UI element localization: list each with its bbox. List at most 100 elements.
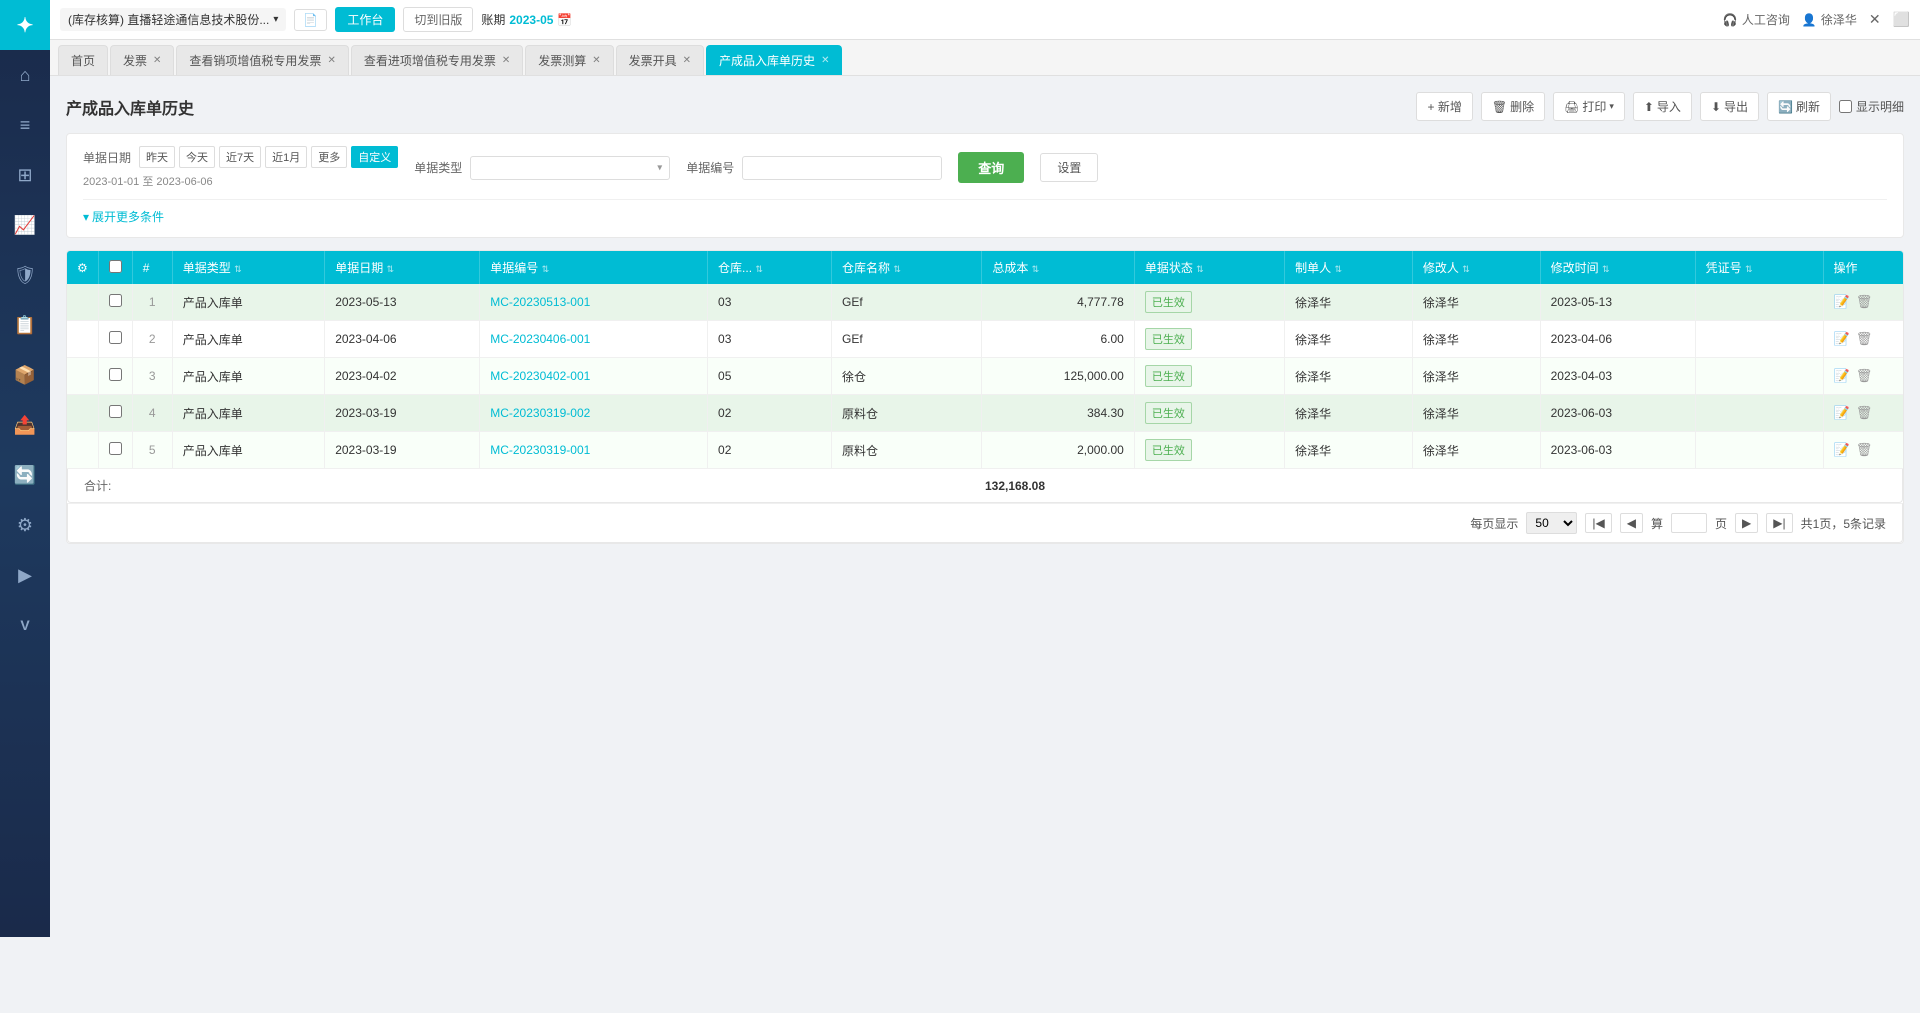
row-number-link-3[interactable]: MC-20230319-002 (490, 406, 590, 420)
wh-code-col-header[interactable]: 仓库... ⇅ (708, 251, 832, 284)
print-button[interactable]: 🖨 打印 ▾ (1553, 92, 1625, 121)
workbench-button[interactable]: 工作台 (335, 7, 395, 32)
type-select[interactable] (470, 156, 670, 180)
tab-product-history[interactable]: 产成品入库单历史 ✕ (706, 45, 842, 75)
sidebar-item-version[interactable]: V (0, 600, 50, 650)
voucher-col-header[interactable]: 凭证号 ⇅ (1695, 251, 1823, 284)
row-checkbox-cell-2[interactable] (98, 358, 132, 395)
week-btn[interactable]: 近7天 (219, 146, 261, 168)
row-delete-icon-2[interactable]: 🗑 (1856, 368, 1873, 384)
maximize-window-btn[interactable]: ⬜ (1893, 11, 1910, 28)
row-checkbox-cell-3[interactable] (98, 395, 132, 432)
row-edit-icon-4[interactable]: 📝 (1834, 442, 1850, 458)
expand-filter-btn[interactable]: ▾ 展开更多条件 (83, 208, 1887, 225)
import-button[interactable]: ⬆ 导入 (1633, 92, 1692, 121)
display-toggle[interactable]: 显示明细 (1839, 98, 1904, 115)
row-checkbox-2[interactable] (109, 368, 122, 381)
row-number-3[interactable]: MC-20230319-002 (480, 395, 708, 432)
reset-button[interactable]: 设置 (1040, 153, 1098, 182)
date-col-header[interactable]: 单据日期 ⇅ (325, 251, 480, 284)
row-edit-icon-0[interactable]: 📝 (1834, 294, 1850, 310)
display-toggle-checkbox[interactable] (1839, 100, 1852, 113)
new-button[interactable]: + 新增 (1416, 92, 1472, 121)
type-col-header[interactable]: 单据类型 ⇅ (172, 251, 324, 284)
sidebar-item-settings[interactable]: ⚙ (0, 500, 50, 550)
prev-page-btn[interactable]: ◀ (1620, 513, 1643, 533)
app-logo[interactable]: ✦ (0, 0, 50, 50)
row-delete-icon-0[interactable]: 🗑 (1856, 294, 1873, 310)
number-filter-input[interactable] (742, 156, 942, 180)
first-page-btn[interactable]: |◀ (1585, 513, 1611, 533)
cost-col-header[interactable]: 总成本 ⇅ (982, 251, 1135, 284)
checkbox-col-header[interactable] (98, 251, 132, 284)
custom-btn[interactable]: 自定义 (351, 146, 398, 168)
user-menu[interactable]: 👤 徐泽华 (1802, 11, 1857, 28)
company-selector[interactable]: (库存核算) 直播轻途通信息技术股份... ▾ (60, 8, 286, 31)
row-checkbox-1[interactable] (109, 331, 122, 344)
row-delete-icon-1[interactable]: 🗑 (1856, 331, 1873, 347)
sidebar-item-home[interactable]: ⌂ (0, 50, 50, 100)
row-checkbox-cell-4[interactable] (98, 432, 132, 469)
select-all-checkbox[interactable] (109, 260, 122, 273)
sidebar-item-menu2[interactable]: ⊞ (0, 150, 50, 200)
sidebar-item-analytics[interactable]: 📈 (0, 200, 50, 250)
row-number-4[interactable]: MC-20230319-001 (480, 432, 708, 469)
row-number-0[interactable]: MC-20230513-001 (480, 284, 708, 321)
settings-col-header[interactable]: ⚙ (67, 251, 98, 284)
number-col-header[interactable]: 单据编号 ⇅ (480, 251, 708, 284)
delete-button[interactable]: 🗑 删除 (1481, 92, 1545, 121)
row-checkbox-cell-0[interactable] (98, 284, 132, 321)
document-btn[interactable]: 📄 (294, 9, 327, 31)
page-num-input[interactable]: 1 (1671, 513, 1707, 533)
sidebar-item-forms[interactable]: 📋 (0, 300, 50, 350)
tab-invoice-close[interactable]: ✕ (153, 55, 161, 66)
next-page-btn[interactable]: ▶ (1735, 513, 1758, 533)
refresh-button[interactable]: 🔄 刷新 (1767, 92, 1831, 121)
sidebar-item-upload[interactable]: 📤 (0, 400, 50, 450)
row-number-2[interactable]: MC-20230402-001 (480, 358, 708, 395)
close-window-btn[interactable]: ✕ (1869, 11, 1881, 28)
modify-time-col-header[interactable]: 修改时间 ⇅ (1540, 251, 1695, 284)
row-number-link-0[interactable]: MC-20230513-001 (490, 295, 590, 309)
tab-invoice-calc[interactable]: 发票测算 ✕ (525, 45, 613, 75)
status-col-header[interactable]: 单据状态 ⇅ (1134, 251, 1284, 284)
yesterday-btn[interactable]: 昨天 (139, 146, 175, 168)
row-delete-icon-4[interactable]: 🗑 (1856, 442, 1873, 458)
query-button[interactable]: 查询 (958, 152, 1024, 183)
month-btn[interactable]: 近1月 (265, 146, 307, 168)
tab-sales-vat[interactable]: 查看销项增值税专用发票 ✕ (176, 45, 348, 75)
page-size-select[interactable]: 50 10 20 100 (1526, 512, 1577, 534)
tab-home[interactable]: 首页 (58, 45, 108, 75)
row-checkbox-cell-1[interactable] (98, 321, 132, 358)
sidebar-item-play[interactable]: ▶ (0, 550, 50, 600)
tab-purchase-vat[interactable]: 查看进项增值税专用发票 ✕ (351, 45, 523, 75)
row-number-link-1[interactable]: MC-20230406-001 (490, 332, 590, 346)
row-number-1[interactable]: MC-20230406-001 (480, 321, 708, 358)
tab-invoice[interactable]: 发票 ✕ (110, 45, 174, 75)
row-delete-icon-3[interactable]: 🗑 (1856, 405, 1873, 421)
sidebar-item-security[interactable]: 🛡 (0, 250, 50, 300)
row-number-link-2[interactable]: MC-20230402-001 (490, 369, 590, 383)
row-number-link-4[interactable]: MC-20230319-001 (490, 443, 590, 457)
sidebar-item-sync[interactable]: 🔄 (0, 450, 50, 500)
calendar-icon[interactable]: 📅 (557, 13, 572, 27)
tab-sales-vat-close[interactable]: ✕ (327, 55, 335, 66)
creator-col-header[interactable]: 制单人 ⇅ (1285, 251, 1413, 284)
modifier-col-header[interactable]: 修改人 ⇅ (1412, 251, 1540, 284)
switch-version-button[interactable]: 切到旧版 (403, 7, 473, 32)
more-btn[interactable]: 更多 (311, 146, 347, 168)
tab-product-history-close[interactable]: ✕ (821, 55, 829, 66)
row-edit-icon-1[interactable]: 📝 (1834, 331, 1850, 347)
row-edit-icon-2[interactable]: 📝 (1834, 368, 1850, 384)
wh-name-col-header[interactable]: 仓库名称 ⇅ (832, 251, 982, 284)
row-edit-icon-3[interactable]: 📝 (1834, 405, 1850, 421)
support-btn[interactable]: 🎧 人工咨询 (1723, 11, 1790, 28)
tab-invoice-calc-close[interactable]: ✕ (592, 55, 600, 66)
export-button[interactable]: ⬇ 导出 (1700, 92, 1759, 121)
today-btn[interactable]: 今天 (179, 146, 215, 168)
sidebar-item-menu1[interactable]: ≡ (0, 100, 50, 150)
row-checkbox-0[interactable] (109, 294, 122, 307)
last-page-btn[interactable]: ▶| (1766, 513, 1792, 533)
row-checkbox-3[interactable] (109, 405, 122, 418)
sidebar-item-inventory[interactable]: 📦 (0, 350, 50, 400)
